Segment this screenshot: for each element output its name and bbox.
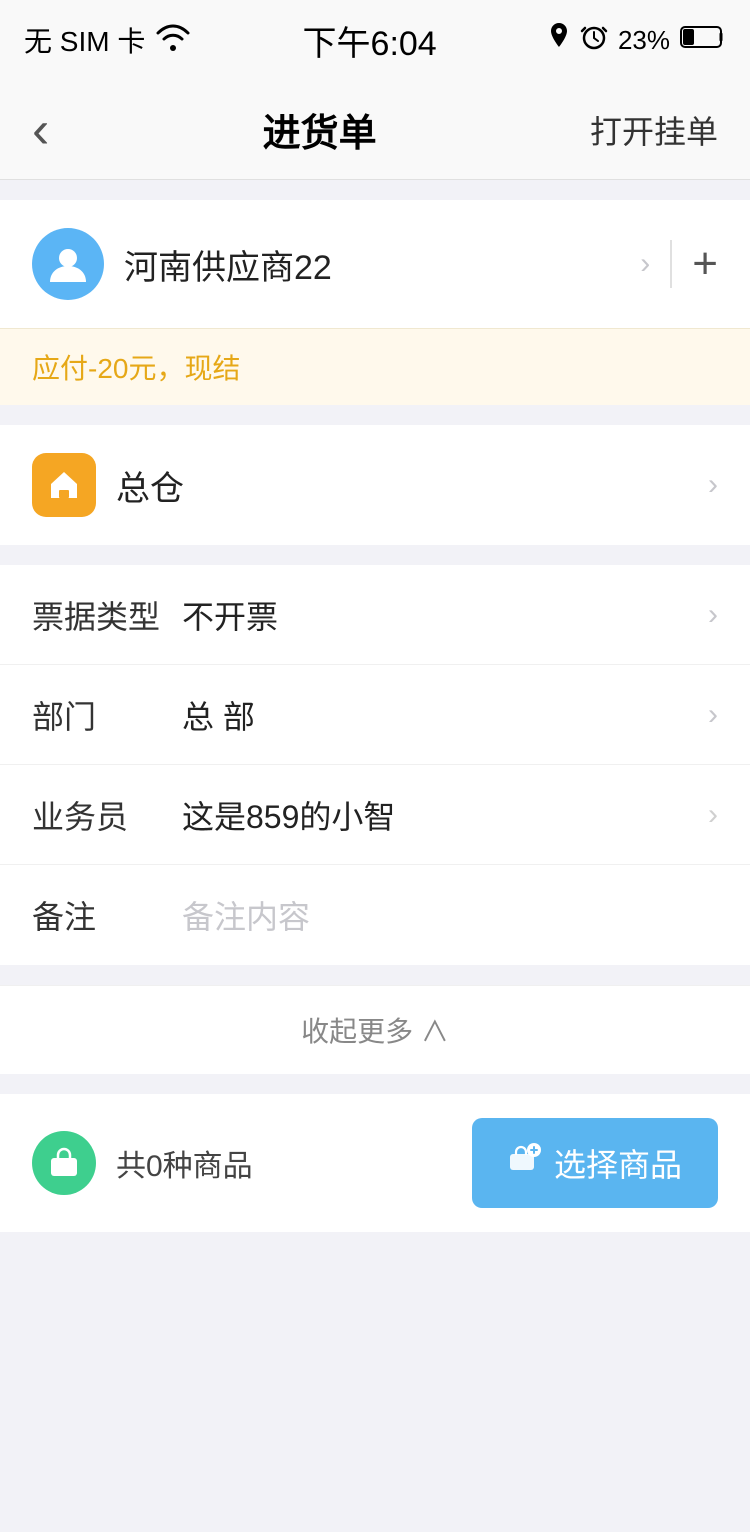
section-gap-1: [0, 180, 750, 200]
sales-label: 业务员: [32, 792, 162, 838]
open-pending-button[interactable]: 打开挂单: [590, 107, 718, 153]
location-icon: [548, 23, 570, 58]
status-time: 下午6:04: [303, 16, 437, 65]
collapse-label: 收起更多 ∧: [301, 1010, 449, 1050]
battery-icon: [680, 25, 726, 56]
invoice-value: 不开票: [162, 592, 708, 638]
wifi-icon: [155, 23, 191, 58]
warehouse-chevron-icon: ›: [708, 468, 718, 502]
remark-row[interactable]: 备注 备注内容: [0, 865, 750, 965]
warehouse-icon: [32, 453, 96, 517]
supplier-name: 河南供应商22: [124, 240, 640, 289]
sales-chevron-icon: ›: [708, 798, 718, 832]
supplier-chevron-icon: ›: [640, 247, 650, 281]
remark-label: 备注: [32, 892, 162, 938]
dept-label: 部门: [32, 692, 162, 738]
notice-banner: 应付-20元，现结: [0, 328, 750, 405]
dept-value: 总 部: [162, 692, 708, 738]
back-button[interactable]: ‹: [32, 100, 49, 160]
battery-label: 23%: [618, 25, 670, 56]
status-left: 无 SIM 卡: [24, 20, 191, 60]
warehouse-row[interactable]: 总仓 ›: [0, 425, 750, 545]
collapse-row[interactable]: 收起更多 ∧: [0, 985, 750, 1074]
status-bar: 无 SIM 卡 下午6:04 23%: [0, 0, 750, 80]
invoice-chevron-icon: ›: [708, 598, 718, 632]
dept-row[interactable]: 部门 总 部 ›: [0, 665, 750, 765]
footer-area: [0, 1232, 750, 1532]
product-count: 共0种商品: [116, 1141, 472, 1185]
invoice-row[interactable]: 票据类型 不开票 ›: [0, 565, 750, 665]
supplier-row[interactable]: 河南供应商22 › +: [0, 200, 750, 328]
supplier-section: 河南供应商22 › + 应付-20元，现结: [0, 200, 750, 405]
remark-input[interactable]: 备注内容: [162, 892, 718, 938]
form-section: 票据类型 不开票 › 部门 总 部 › 业务员 这是859的小智 › 备注 备注…: [0, 565, 750, 965]
nav-bar: ‹ 进货单 打开挂单: [0, 80, 750, 180]
select-btn-label: 选择商品: [554, 1140, 682, 1186]
alarm-icon: [580, 23, 608, 58]
supplier-avatar: [32, 228, 104, 300]
warehouse-name: 总仓: [116, 461, 708, 510]
supplier-add-button[interactable]: +: [692, 242, 718, 286]
supplier-divider: [670, 240, 672, 288]
carrier-label: 无 SIM 卡: [24, 20, 145, 60]
sales-row[interactable]: 业务员 这是859的小智 ›: [0, 765, 750, 865]
select-btn-icon: [508, 1142, 542, 1184]
select-products-button[interactable]: 选择商品: [472, 1118, 718, 1208]
product-icon: [32, 1131, 96, 1195]
bottom-bar: 共0种商品 选择商品: [0, 1094, 750, 1232]
status-right: 23%: [548, 23, 726, 58]
sales-value: 这是859的小智: [162, 792, 708, 838]
nav-title: 进货单: [263, 102, 377, 157]
invoice-label: 票据类型: [32, 592, 162, 638]
dept-chevron-icon: ›: [708, 698, 718, 732]
notice-text: 应付-20元，现结: [32, 353, 240, 384]
